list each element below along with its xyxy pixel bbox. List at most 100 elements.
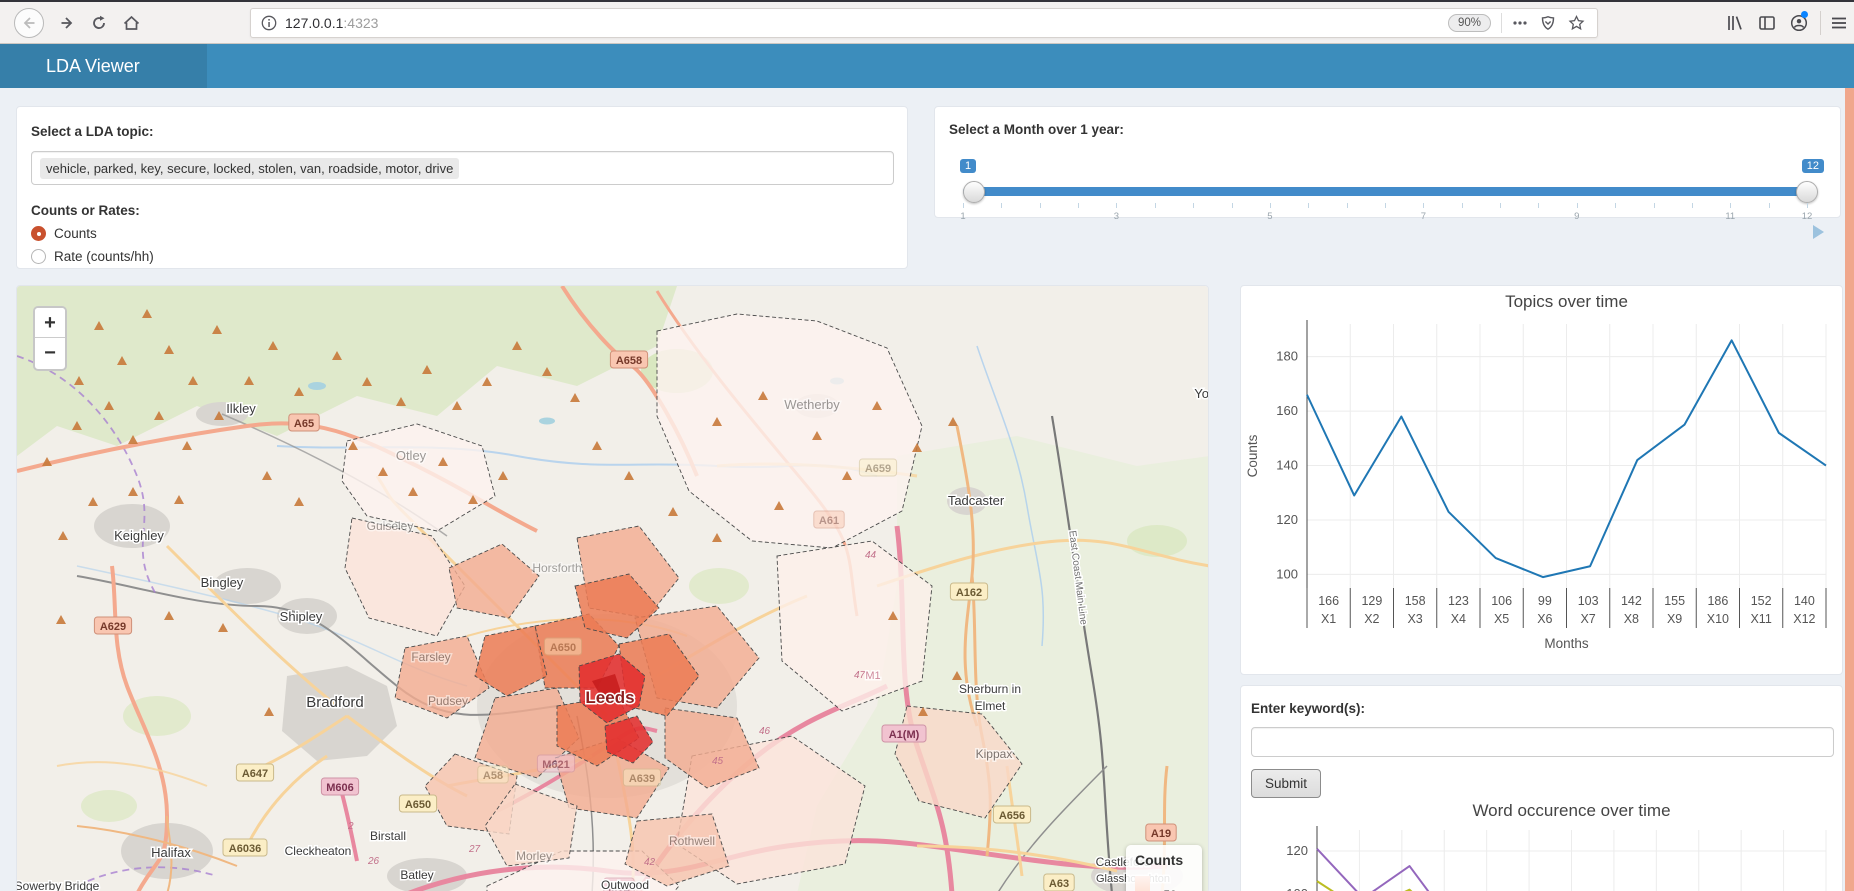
browser-window: 127.0.0.1:4323 90% LDA Viewer Select a … xyxy=(0,0,1854,891)
svg-text:A658: A658 xyxy=(616,355,642,367)
app-page: Select a LDA topic: vehicle, parked, key… xyxy=(0,88,1854,891)
urlbar-separator xyxy=(1501,13,1502,33)
forward-button[interactable] xyxy=(52,8,82,38)
map-town-label: Tadcaster xyxy=(948,493,1005,508)
reload-button[interactable] xyxy=(84,8,114,38)
x-axis-title: Months xyxy=(1544,636,1589,651)
x-tick-value: 142 xyxy=(1621,594,1642,608)
x-tick-value: 166 xyxy=(1318,594,1339,608)
slider-handle-to[interactable] xyxy=(1796,181,1818,203)
leaflet-map[interactable]: A65 A658 A629 A650 A647 M606 A6036 A162 A1(M) A19… xyxy=(17,286,1209,891)
map-town-label: Bingley xyxy=(201,575,244,590)
svg-text:A656: A656 xyxy=(999,810,1025,822)
slider-minor-tick xyxy=(1538,203,1540,208)
radio-unselected-icon[interactable] xyxy=(31,249,46,264)
map-town-label: Halifax xyxy=(151,845,191,860)
url-host-text: 127.0.0.1 xyxy=(285,15,344,31)
map-town-label: Leeds xyxy=(585,688,634,707)
map-town-label: Outwood xyxy=(601,878,649,891)
submit-button[interactable]: Submit xyxy=(1251,769,1322,798)
slider-tick-label: 12 xyxy=(1801,211,1813,222)
map-zoom-control: + − xyxy=(33,306,67,371)
topic-select-input[interactable]: vehicle, parked, key, secure, locked, st… xyxy=(31,151,894,185)
slider-minor-tick xyxy=(1423,203,1425,208)
svg-text:A639: A639 xyxy=(629,773,655,785)
reload-icon xyxy=(93,15,105,29)
road-shield-a6036: A6036 xyxy=(222,838,268,857)
slider-to-tooltip: 12 xyxy=(1801,159,1824,173)
slider-minor-tick xyxy=(1807,203,1808,208)
slider-tick-label: 9 xyxy=(1574,211,1580,222)
keyword-input[interactable] xyxy=(1251,727,1834,757)
map-town-label: M1 xyxy=(865,670,880,682)
x-tick-name: X9 xyxy=(1667,612,1682,626)
radio-option-rate-counts-hh-[interactable]: Rate (counts/hh) xyxy=(31,249,893,264)
hamburger-icon xyxy=(1832,17,1846,29)
y-axis-title: Counts xyxy=(1245,434,1260,477)
slider-track[interactable] xyxy=(963,187,1807,196)
svg-text:A1(M): A1(M) xyxy=(889,729,920,741)
svg-text:A659: A659 xyxy=(865,463,891,475)
y-tick-label: 180 xyxy=(1276,349,1298,364)
bookmark-star-button[interactable] xyxy=(1568,15,1585,31)
slider-minor-tick xyxy=(1193,203,1195,208)
x-tick-value: 155 xyxy=(1664,594,1685,608)
month-slider-label: Select a Month over 1 year: xyxy=(949,122,1124,137)
sidebars-button[interactable] xyxy=(1758,14,1776,37)
map-zoom-in-button[interactable]: + xyxy=(35,308,65,338)
map-town-label: Horsforth xyxy=(532,561,581,575)
back-button[interactable] xyxy=(14,8,44,38)
slider-minor-tick xyxy=(963,203,964,208)
back-arrow-icon xyxy=(23,17,35,29)
page-scrollbar[interactable] xyxy=(1845,88,1854,891)
slider-minor-tick xyxy=(1116,203,1118,208)
map-town-label: Cleckheaton xyxy=(285,844,352,858)
map-town-label: Otley xyxy=(396,448,427,463)
menu-button[interactable] xyxy=(1830,14,1848,37)
x-tick-name: X10 xyxy=(1707,612,1729,626)
x-tick-name: X12 xyxy=(1793,612,1815,626)
slider-minor-tick xyxy=(1308,203,1310,208)
road-shield-a658: A658 xyxy=(609,350,649,369)
url-bar[interactable]: 127.0.0.1:4323 90% xyxy=(250,8,1598,38)
motorway-junction-label: 47 xyxy=(854,670,866,681)
page-actions-button[interactable] xyxy=(1512,15,1528,31)
road-shield-m621: M621 xyxy=(536,754,576,773)
home-button[interactable] xyxy=(116,8,146,38)
svg-text:A650: A650 xyxy=(550,642,576,654)
x-tick-name: X3 xyxy=(1407,612,1422,626)
slider-play-button[interactable] xyxy=(1813,225,1824,239)
radio-option-counts[interactable]: Counts xyxy=(31,226,893,241)
y-tick-label: 100 xyxy=(1286,886,1308,891)
topics-chart-panel: 100 120 140 160 180 166 X1 129 X2 158 X3 123 X4 106 X5… xyxy=(1240,285,1843,675)
road-shield-a162: A162 xyxy=(949,582,989,601)
topic-selected-value[interactable]: vehicle, parked, key, secure, locked, st… xyxy=(40,157,460,179)
road-shield-a58: A58 xyxy=(477,765,509,784)
counts-or-rates-label: Counts or Rates: xyxy=(31,203,140,218)
motorway-junction-label: 42 xyxy=(644,857,656,868)
library-button[interactable] xyxy=(1726,14,1744,37)
motorway-junction-label: 2 xyxy=(347,821,354,832)
map-zoom-out-button[interactable]: − xyxy=(35,338,65,368)
motorway-junction-label: 44 xyxy=(865,550,877,561)
slider-minor-tick xyxy=(1500,203,1502,208)
site-info-icon[interactable] xyxy=(261,15,277,31)
pocket-button[interactable] xyxy=(1540,15,1556,31)
keyword-panel: Enter keyword(s): Submit 120 100 Word occu… xyxy=(1240,685,1843,891)
slider-minor-tick xyxy=(1039,203,1041,208)
svg-text:A65: A65 xyxy=(294,418,314,430)
topic-panel: Select a LDA topic: vehicle, parked, key… xyxy=(16,106,908,269)
x-tick-name: X1 xyxy=(1321,612,1336,626)
app-title[interactable]: LDA Viewer xyxy=(0,44,207,88)
y-tick-label: 160 xyxy=(1276,403,1298,418)
svg-text:A19: A19 xyxy=(1151,828,1171,840)
svg-text:A58: A58 xyxy=(483,770,503,782)
zoom-level-badge[interactable]: 90% xyxy=(1447,14,1491,32)
slider-tick-label: 1 xyxy=(960,211,966,222)
map-town-label: Morley xyxy=(516,849,552,863)
slider-handle-from[interactable] xyxy=(963,181,985,203)
radio-selected-icon[interactable] xyxy=(31,226,46,241)
chart-title: Word occurence over time xyxy=(1472,801,1670,820)
map-town-label: Sherburn in xyxy=(959,682,1021,696)
month-range-slider[interactable]: 1 12 1 3 5 7 9 11 12 xyxy=(949,159,1826,239)
